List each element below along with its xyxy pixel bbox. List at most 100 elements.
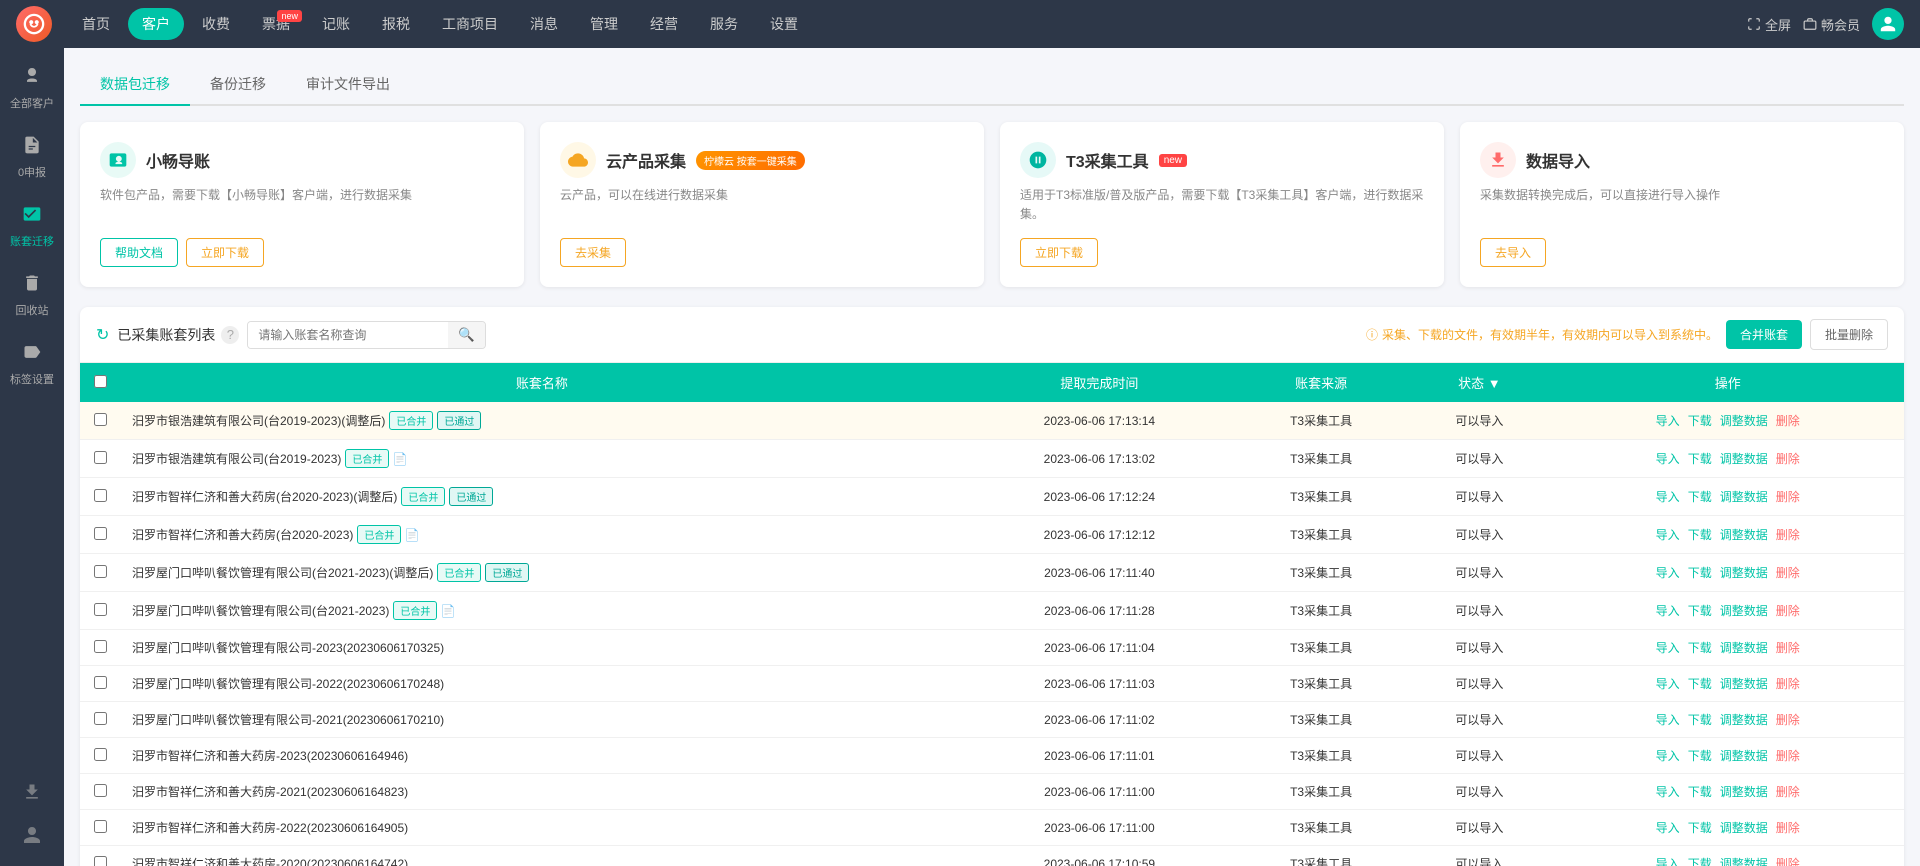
- row-checkbox[interactable]: [94, 413, 107, 426]
- action-导入[interactable]: 导入: [1656, 528, 1680, 542]
- action-调整数据[interactable]: 调整数据: [1720, 857, 1768, 866]
- action-导入[interactable]: 导入: [1656, 566, 1680, 580]
- nav-operation[interactable]: 经营: [636, 8, 692, 40]
- nav-home[interactable]: 首页: [68, 8, 124, 40]
- action-导入[interactable]: 导入: [1656, 785, 1680, 799]
- tab-audit-export[interactable]: 审计文件导出: [286, 64, 410, 106]
- row-checkbox[interactable]: [94, 527, 107, 540]
- sidebar-download[interactable]: [3, 772, 61, 815]
- select-all-checkbox[interactable]: [94, 375, 107, 388]
- row-checkbox[interactable]: [94, 565, 107, 578]
- action-删除[interactable]: 删除: [1776, 452, 1800, 466]
- file-icon[interactable]: 📄: [393, 452, 408, 466]
- sidebar-item-all-customers[interactable]: 全部客户: [3, 56, 61, 121]
- row-checkbox[interactable]: [94, 640, 107, 653]
- row-checkbox[interactable]: [94, 820, 107, 833]
- nav-business[interactable]: 工商项目: [428, 8, 512, 40]
- nav-tax[interactable]: 报税: [368, 8, 424, 40]
- refresh-icon[interactable]: ↻: [96, 325, 109, 345]
- row-checkbox[interactable]: [94, 451, 107, 464]
- action-调整数据[interactable]: 调整数据: [1720, 713, 1768, 727]
- file-icon[interactable]: 📄: [405, 528, 420, 542]
- action-导入[interactable]: 导入: [1656, 749, 1680, 763]
- action-导入[interactable]: 导入: [1656, 641, 1680, 655]
- cloud-collect-btn[interactable]: 去采集: [560, 238, 626, 267]
- member-button[interactable]: 畅会员: [1803, 15, 1860, 34]
- action-删除[interactable]: 删除: [1776, 490, 1800, 504]
- nav-invoice[interactable]: 票据 new: [248, 8, 304, 40]
- action-删除[interactable]: 删除: [1776, 785, 1800, 799]
- help-icon[interactable]: ?: [221, 326, 239, 344]
- action-下载[interactable]: 下载: [1688, 641, 1712, 655]
- import-go-btn[interactable]: 去导入: [1480, 238, 1546, 267]
- action-导入[interactable]: 导入: [1656, 414, 1680, 428]
- action-删除[interactable]: 删除: [1776, 857, 1800, 866]
- nav-message[interactable]: 消息: [516, 8, 572, 40]
- action-删除[interactable]: 删除: [1776, 641, 1800, 655]
- user-avatar[interactable]: [1872, 8, 1904, 40]
- tab-data-migrate[interactable]: 数据包迁移: [80, 64, 190, 106]
- action-删除[interactable]: 删除: [1776, 749, 1800, 763]
- action-调整数据[interactable]: 调整数据: [1720, 452, 1768, 466]
- action-下载[interactable]: 下载: [1688, 749, 1712, 763]
- nav-settings[interactable]: 设置: [756, 8, 812, 40]
- action-删除[interactable]: 删除: [1776, 414, 1800, 428]
- action-调整数据[interactable]: 调整数据: [1720, 749, 1768, 763]
- action-删除[interactable]: 删除: [1776, 821, 1800, 835]
- row-checkbox[interactable]: [94, 603, 107, 616]
- action-删除[interactable]: 删除: [1776, 713, 1800, 727]
- action-导入[interactable]: 导入: [1656, 452, 1680, 466]
- sidebar-user[interactable]: [3, 815, 61, 858]
- action-下载[interactable]: 下载: [1688, 452, 1712, 466]
- xiaochang-download-btn[interactable]: 立即下载: [186, 238, 264, 267]
- merge-accounts-button[interactable]: 合并账套: [1726, 320, 1802, 349]
- fullscreen-button[interactable]: 全屏: [1747, 15, 1791, 34]
- t3-download-btn[interactable]: 立即下载: [1020, 238, 1098, 267]
- row-checkbox[interactable]: [94, 712, 107, 725]
- sidebar-item-tag-settings[interactable]: 标签设置: [3, 332, 61, 397]
- app-logo[interactable]: [16, 6, 52, 42]
- row-checkbox[interactable]: [94, 856, 107, 866]
- row-checkbox[interactable]: [94, 748, 107, 761]
- file-icon[interactable]: 📄: [441, 604, 456, 618]
- action-导入[interactable]: 导入: [1656, 490, 1680, 504]
- nav-bookkeeping[interactable]: 记账: [308, 8, 364, 40]
- action-导入[interactable]: 导入: [1656, 604, 1680, 618]
- action-调整数据[interactable]: 调整数据: [1720, 604, 1768, 618]
- action-导入[interactable]: 导入: [1656, 821, 1680, 835]
- action-删除[interactable]: 删除: [1776, 604, 1800, 618]
- action-删除[interactable]: 删除: [1776, 566, 1800, 580]
- action-下载[interactable]: 下载: [1688, 566, 1712, 580]
- nav-service[interactable]: 服务: [696, 8, 752, 40]
- search-button[interactable]: 🔍: [448, 322, 485, 348]
- action-下载[interactable]: 下载: [1688, 490, 1712, 504]
- row-checkbox[interactable]: [94, 676, 107, 689]
- action-导入[interactable]: 导入: [1656, 857, 1680, 866]
- action-下载[interactable]: 下载: [1688, 414, 1712, 428]
- action-下载[interactable]: 下载: [1688, 677, 1712, 691]
- sidebar-item-account-migrate[interactable]: 账套迁移: [3, 194, 61, 259]
- action-调整数据[interactable]: 调整数据: [1720, 677, 1768, 691]
- nav-customer[interactable]: 客户: [128, 8, 184, 40]
- action-导入[interactable]: 导入: [1656, 677, 1680, 691]
- batch-delete-button[interactable]: 批量删除: [1810, 319, 1888, 350]
- nav-fee[interactable]: 收费: [188, 8, 244, 40]
- action-删除[interactable]: 删除: [1776, 528, 1800, 542]
- action-调整数据[interactable]: 调整数据: [1720, 528, 1768, 542]
- action-导入[interactable]: 导入: [1656, 713, 1680, 727]
- action-下载[interactable]: 下载: [1688, 821, 1712, 835]
- action-删除[interactable]: 删除: [1776, 677, 1800, 691]
- action-下载[interactable]: 下载: [1688, 857, 1712, 866]
- xiaochang-help-btn[interactable]: 帮助文档: [100, 238, 178, 267]
- row-checkbox[interactable]: [94, 489, 107, 502]
- action-调整数据[interactable]: 调整数据: [1720, 414, 1768, 428]
- action-下载[interactable]: 下载: [1688, 528, 1712, 542]
- action-下载[interactable]: 下载: [1688, 785, 1712, 799]
- sidebar-item-recycle[interactable]: 回收站: [3, 263, 61, 328]
- action-调整数据[interactable]: 调整数据: [1720, 785, 1768, 799]
- row-checkbox[interactable]: [94, 784, 107, 797]
- action-调整数据[interactable]: 调整数据: [1720, 566, 1768, 580]
- action-调整数据[interactable]: 调整数据: [1720, 821, 1768, 835]
- tab-backup-migrate[interactable]: 备份迁移: [190, 64, 286, 106]
- sidebar-item-zero-declare[interactable]: 0申报: [3, 125, 61, 190]
